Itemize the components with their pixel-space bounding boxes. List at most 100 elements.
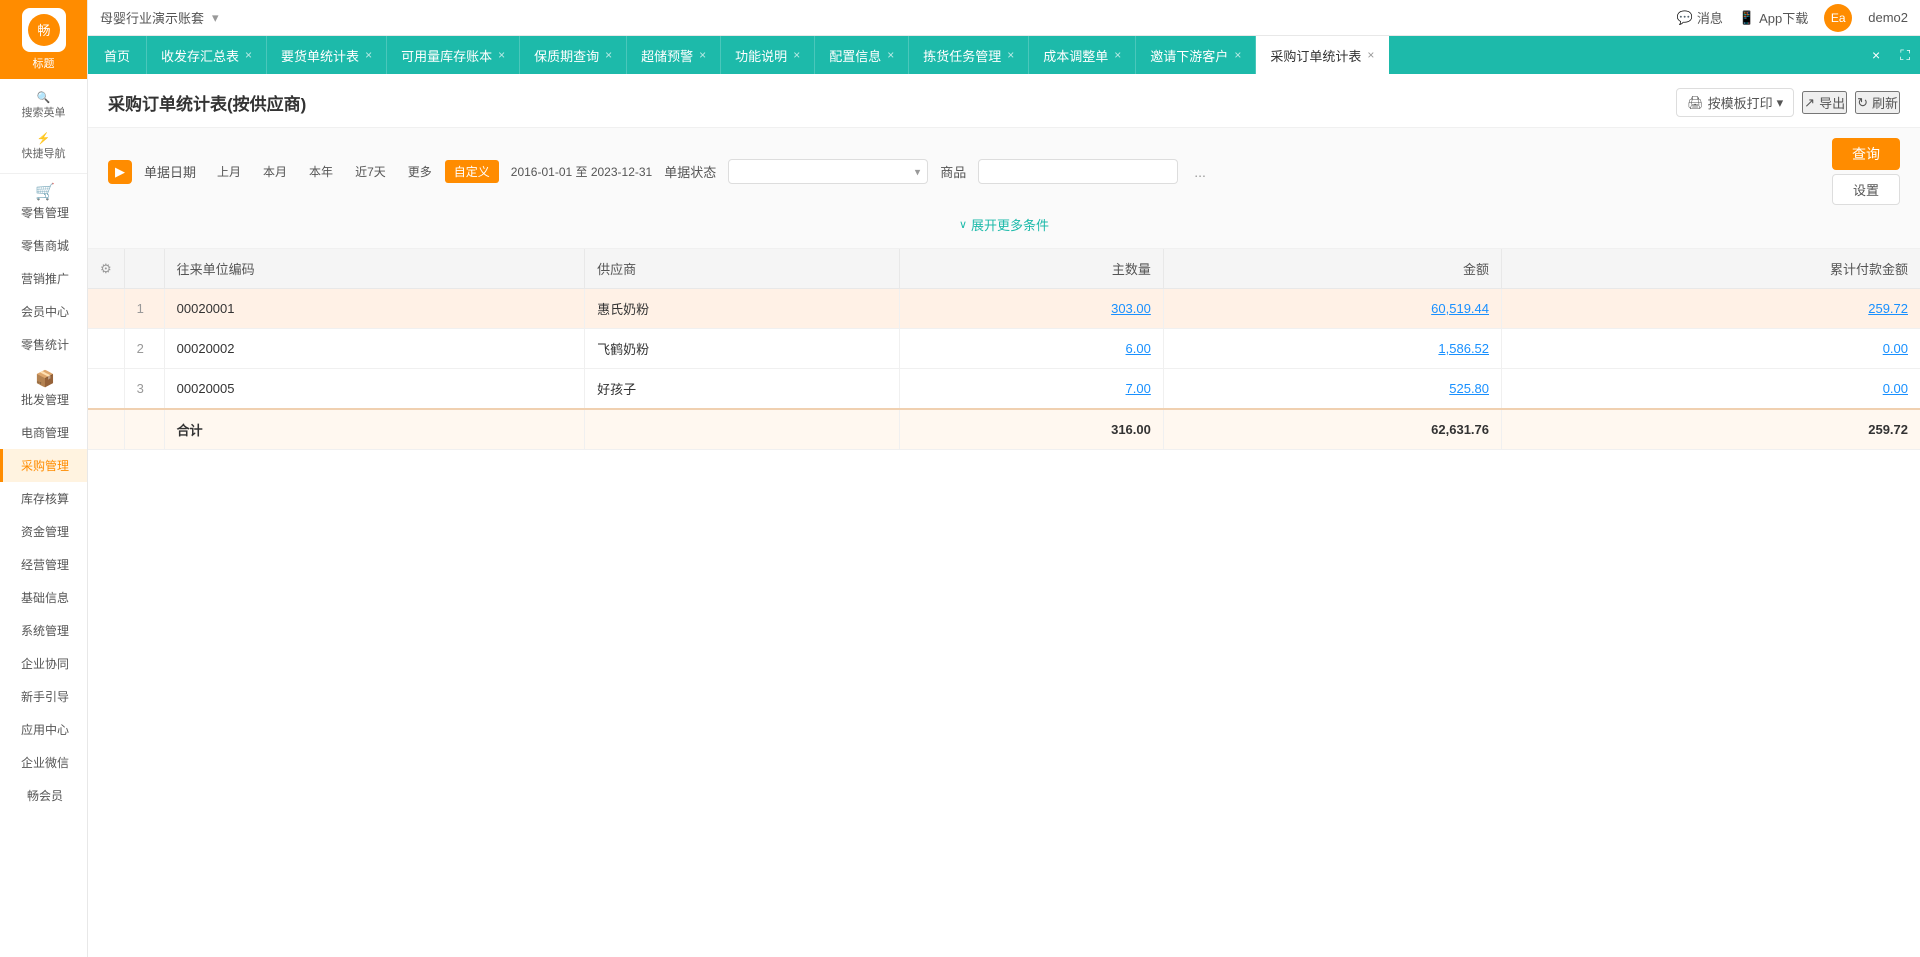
tab-cost-adj[interactable]: 成本调整单 × <box>1029 36 1136 74</box>
table-row[interactable]: 3 00020005 好孩子 7.00 525.80 0.00 <box>88 369 1920 410</box>
status-select[interactable] <box>728 159 928 184</box>
user-name[interactable]: demo2 <box>1868 10 1908 25</box>
tab-invite[interactable]: 邀请下游客户 × <box>1136 36 1256 74</box>
date-btn-custom[interactable]: 自定义 <box>445 160 499 183</box>
tab-purchase-stats-label: 采购订单统计表 <box>1270 46 1361 65</box>
row-amount-link[interactable]: 1,586.52 <box>1438 341 1489 356</box>
tab-feature-close[interactable]: × <box>793 48 800 62</box>
sidebar-item-enterprise[interactable]: 企业协同 <box>0 647 87 680</box>
row-paid-link[interactable]: 0.00 <box>1883 381 1908 396</box>
row-amount-link[interactable]: 525.80 <box>1449 381 1489 396</box>
sidebar-item-system[interactable]: 系统管理 <box>0 614 87 647</box>
sidebar-item-purchase[interactable]: 采购管理 <box>0 449 87 482</box>
user-avatar[interactable]: Ea <box>1824 4 1852 32</box>
tab-pick-task[interactable]: 拣货任务管理 × <box>909 36 1029 74</box>
tab-purchase-stats-close[interactable]: × <box>1367 48 1374 62</box>
expand-filter-button[interactable]: ∨ 展开更多条件 <box>108 211 1900 238</box>
table-row[interactable]: 1 00020001 惠氏奶粉 303.00 60,519.44 259.72 <box>88 289 1920 329</box>
sidebar-item-search[interactable]: 🔍 搜索英单 <box>0 85 87 126</box>
expand-icon: ∨ <box>959 218 967 231</box>
app-label: App下载 <box>1759 8 1808 27</box>
print-btn-label: 按模板打印 <box>1708 93 1773 112</box>
sidebar-item-retail-stats[interactable]: 零售统计 <box>0 328 87 361</box>
tab-overstock[interactable]: 超储预警 × <box>627 36 721 74</box>
logo-icon: 畅 <box>22 8 66 52</box>
row-paid-link[interactable]: 0.00 <box>1883 341 1908 356</box>
date-btn-more[interactable]: 更多 <box>399 160 441 183</box>
tab-order-stats[interactable]: 要货单统计表 × <box>267 36 387 74</box>
print-dropdown-icon[interactable]: ▾ <box>1777 95 1784 111</box>
tab-receive-summary-close[interactable]: × <box>245 48 252 62</box>
sidebar-item-ecommerce[interactable]: 电商管理 <box>0 416 87 449</box>
goods-label: 商品 <box>940 162 966 181</box>
print-button[interactable]: 🖨 按模板打印 ▾ <box>1676 88 1794 117</box>
table-row[interactable]: 2 00020002 飞鹤奶粉 6.00 1,586.52 0.00 <box>88 329 1920 369</box>
row-index-cell: 1 <box>124 289 164 329</box>
sidebar-item-retailshop-label: 零售商城 <box>21 237 69 254</box>
message-button[interactable]: 💬 消息 <box>1677 8 1723 27</box>
sidebar-item-member2[interactable]: 畅会员 <box>0 779 87 812</box>
tab-config[interactable]: 配置信息 × <box>815 36 909 74</box>
tab-feature[interactable]: 功能说明 × <box>721 36 815 74</box>
row-vendor-code-cell: 00020001 <box>164 289 584 329</box>
sidebar-item-retail-shop[interactable]: 零售商城 <box>0 229 87 262</box>
tab-cost-adj-close[interactable]: × <box>1114 48 1121 62</box>
sidebar-item-wholesale[interactable]: 📦 批发管理 <box>0 361 87 416</box>
topbar-dropdown-icon[interactable]: ▾ <box>212 10 219 26</box>
sidebar-item-marketing[interactable]: 营销推广 <box>0 262 87 295</box>
date-btn-this-year[interactable]: 本年 <box>300 160 342 183</box>
sidebar-item-operations[interactable]: 经营管理 <box>0 548 87 581</box>
sidebar: 畅 标题 🔍 搜索英单 ⚡ 快捷导航 🛒 零售管理 零售商城 营销推广 会员中心… <box>0 0 88 957</box>
tab-inventory-ledger[interactable]: 可用量库存账本 × <box>387 36 520 74</box>
content: 采购订单统计表(按供应商) 🖨 按模板打印 ▾ ↗ 导出 ↻ 刷新 <box>88 74 1920 957</box>
tab-purchase-stats[interactable]: 采购订单统计表 × <box>1256 36 1389 74</box>
tab-pick-task-close[interactable]: × <box>1007 48 1014 62</box>
tab-close-current[interactable]: × <box>1862 36 1890 74</box>
goods-input[interactable] <box>978 159 1178 184</box>
tab-overstock-close[interactable]: × <box>699 48 706 62</box>
sidebar-item-member[interactable]: 会员中心 <box>0 295 87 328</box>
refresh-icon: ↻ <box>1857 95 1868 111</box>
sidebar-item-appcenter[interactable]: 应用中心 <box>0 713 87 746</box>
search-icon: 🔍 <box>37 91 51 104</box>
date-btn-last-month[interactable]: 上月 <box>208 160 250 183</box>
row-qty-link[interactable]: 303.00 <box>1111 301 1151 316</box>
sidebar-item-ecommerce-label: 电商管理 <box>21 424 69 441</box>
sidebar-item-finance[interactable]: 资金管理 <box>0 515 87 548</box>
tab-config-close[interactable]: × <box>887 48 894 62</box>
footer-amount: 62,631.76 <box>1431 422 1489 437</box>
sidebar-item-basic[interactable]: 基础信息 <box>0 581 87 614</box>
footer-paid: 259.72 <box>1868 422 1908 437</box>
sidebar-item-newbie[interactable]: 新手引导 <box>0 680 87 713</box>
filter-more-options-icon[interactable]: ... <box>1190 160 1210 184</box>
query-button[interactable]: 查询 <box>1832 138 1900 170</box>
status-label: 单据状态 <box>664 162 716 181</box>
tab-maximize[interactable]: ⛶ <box>1890 36 1920 74</box>
tab-home[interactable]: 首页 <box>88 36 147 74</box>
sidebar-item-appcenter-label: 应用中心 <box>21 721 69 738</box>
tab-expiry[interactable]: 保质期查询 × <box>520 36 627 74</box>
tab-order-stats-close[interactable]: × <box>365 48 372 62</box>
col-settings[interactable]: ⚙ <box>88 249 124 289</box>
logo[interactable]: 畅 标题 <box>0 0 87 79</box>
row-qty-link[interactable]: 6.00 <box>1126 341 1151 356</box>
settings-button[interactable]: 设置 <box>1832 174 1900 205</box>
tab-invite-close[interactable]: × <box>1234 48 1241 62</box>
sidebar-item-retail[interactable]: 🛒 零售管理 <box>0 174 87 229</box>
sidebar-item-quicknav[interactable]: ⚡ 快捷导航 <box>0 126 87 167</box>
date-btn-7days[interactable]: 近7天 <box>346 160 395 183</box>
date-btn-this-month[interactable]: 本月 <box>254 160 296 183</box>
sidebar-item-inventory[interactable]: 库存核算 <box>0 482 87 515</box>
app-download-button[interactable]: 📱 App下载 <box>1739 8 1808 27</box>
row-amount-link[interactable]: 60,519.44 <box>1431 301 1489 316</box>
row-qty-link[interactable]: 7.00 <box>1126 381 1151 396</box>
row-paid-link[interactable]: 259.72 <box>1868 301 1908 316</box>
refresh-button[interactable]: ↻ 刷新 <box>1855 91 1900 114</box>
filter-toggle-button[interactable]: ▶ <box>108 160 132 184</box>
tab-expiry-close[interactable]: × <box>605 48 612 62</box>
footer-amount-cell: 62,631.76 <box>1163 409 1501 450</box>
tab-inventory-ledger-close[interactable]: × <box>498 48 505 62</box>
tab-receive-summary[interactable]: 收发存汇总表 × <box>147 36 267 74</box>
export-button[interactable]: ↗ 导出 <box>1802 91 1847 114</box>
sidebar-item-wechat[interactable]: 企业微信 <box>0 746 87 779</box>
